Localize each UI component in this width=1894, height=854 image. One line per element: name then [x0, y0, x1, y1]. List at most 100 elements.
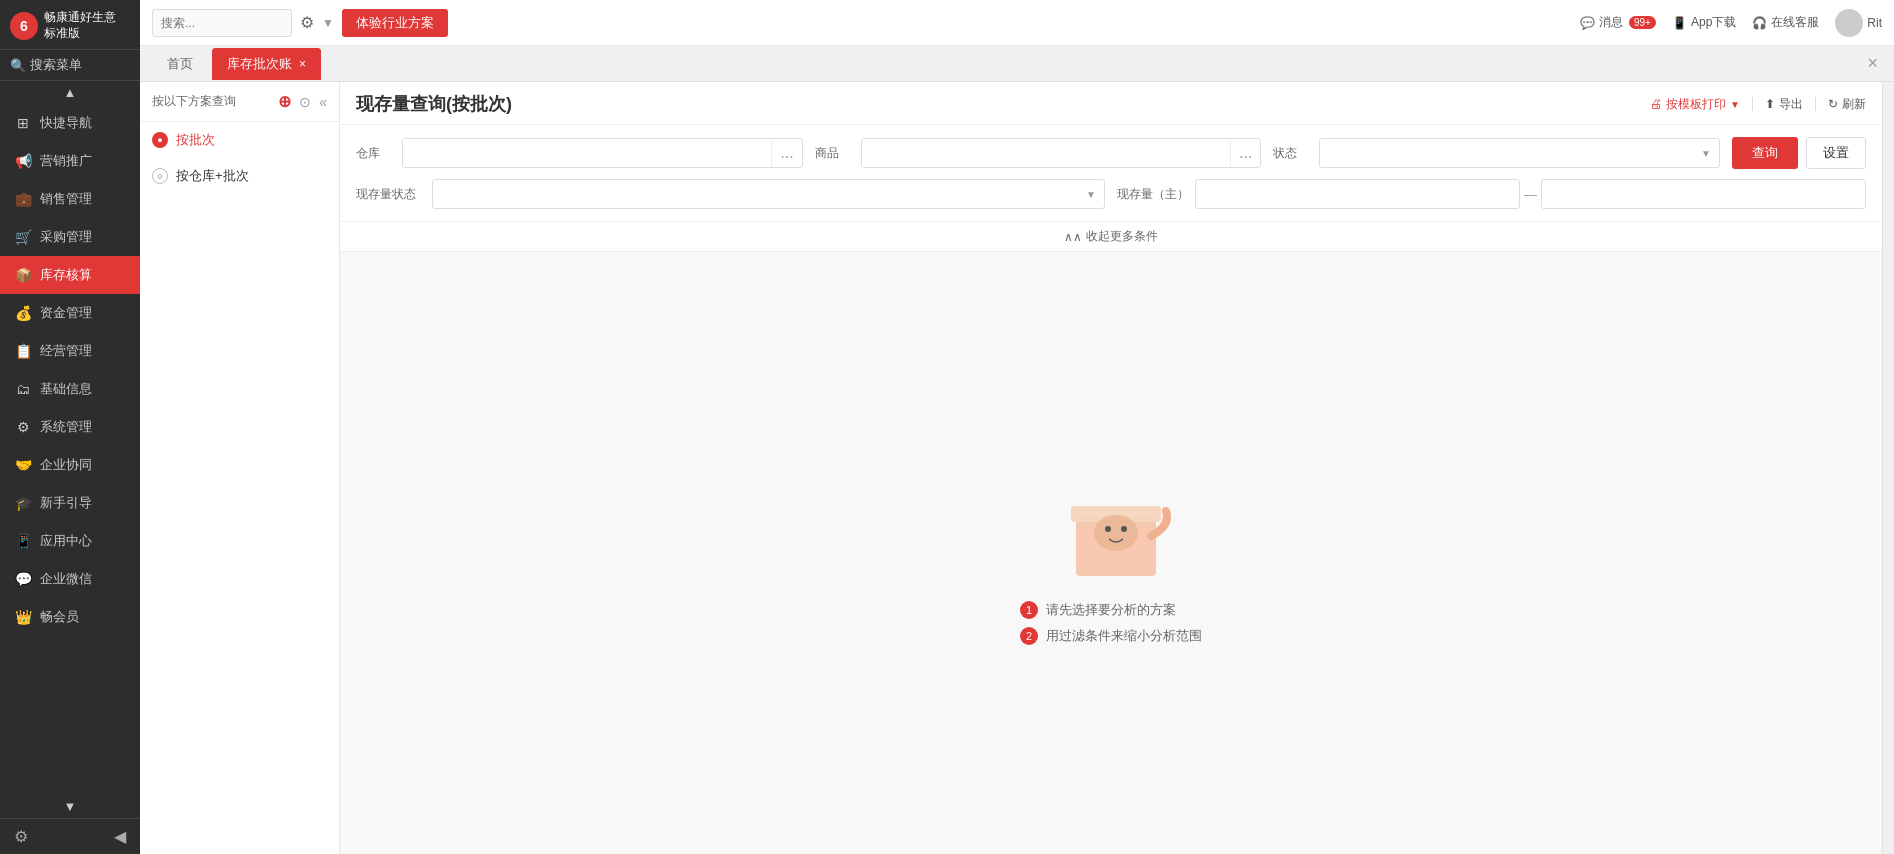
footer-collapse-icon[interactable]: ◀ — [114, 827, 126, 846]
logo-icon: 6 — [10, 12, 38, 40]
stock-status-dropdown-icon: ▼ — [1086, 189, 1096, 200]
message-label: 消息 — [1599, 14, 1623, 31]
hint-num-2: 2 — [1020, 627, 1038, 645]
sidebar-item-appstore[interactable]: 📱 应用中心 — [0, 522, 140, 560]
qty-range-label: 现存量（主） — [1117, 186, 1189, 203]
footer-settings-icon[interactable]: ⚙ — [14, 827, 28, 846]
marketing-icon: 📢 — [14, 152, 32, 170]
sidebar-item-shortcut[interactable]: ⊞ 快捷导航 — [0, 104, 140, 142]
sidebar-item-operations[interactable]: 📋 经营管理 — [0, 332, 140, 370]
sidebar-logo: 6 畅康通好生意 标准版 — [10, 10, 130, 41]
print-icon: 🖨 — [1650, 97, 1662, 111]
online-service-action[interactable]: 🎧 在线客服 — [1752, 14, 1819, 31]
tab-home[interactable]: 首页 — [152, 48, 208, 80]
qty-max-input[interactable] — [1541, 179, 1866, 209]
logo-text: 畅康通好生意 标准版 — [44, 10, 116, 41]
warehouse-dots-btn[interactable]: ... — [771, 139, 801, 167]
qty-min-input[interactable] — [1195, 179, 1520, 209]
scroll-down-btn[interactable]: ▼ — [0, 795, 140, 818]
collapse-row[interactable]: ∧∧ 收起更多条件 — [340, 222, 1882, 252]
sidebar-item-inventory[interactable]: 📦 库存核算 — [0, 256, 140, 294]
product-input-wrapper: ... — [861, 138, 1262, 168]
warehouse-label: 仓库 — [356, 145, 396, 162]
refresh-label: 刷新 — [1842, 96, 1866, 113]
product-input[interactable] — [862, 139, 1230, 167]
app-download-action[interactable]: 📱 App下载 — [1672, 14, 1736, 31]
range-dash: — — [1524, 187, 1537, 202]
tab-inventory-batch[interactable]: 库存批次账 × — [212, 48, 321, 80]
sidebar-search[interactable]: 🔍 搜索菜单 — [0, 50, 140, 81]
page-header-actions: 🖨 按模板打印 ▼ ⬆ 导出 ↻ 刷新 — [1650, 96, 1866, 113]
finance-icon: 💰 — [14, 304, 32, 322]
sidebar-label-inventory: 库存核算 — [40, 266, 92, 284]
message-action[interactable]: 💬 消息 99+ — [1580, 14, 1656, 31]
app-download-icon: 📱 — [1672, 16, 1687, 30]
empty-illustration — [1051, 461, 1171, 581]
collapse-label: 收起更多条件 — [1086, 228, 1158, 245]
headset-icon: 🎧 — [1752, 16, 1767, 30]
hint-text-1: 请先选择要分析的方案 — [1046, 601, 1176, 619]
stock-status-label: 现存量状态 — [356, 186, 426, 203]
export-btn[interactable]: ⬆ 导出 — [1765, 96, 1803, 113]
experience-btn[interactable]: 体验行业方案 — [342, 9, 448, 37]
status-select[interactable]: ▼ — [1319, 138, 1720, 168]
filter-item-by-warehouse-batch[interactable]: ○ 按仓库+批次 — [140, 158, 339, 194]
print-btn[interactable]: 🖨 按模板打印 ▼ — [1650, 96, 1740, 113]
avatar — [1835, 9, 1863, 37]
divider-1 — [1752, 97, 1753, 111]
inventory-icon: 📦 — [14, 266, 32, 284]
filter-collapse-icon[interactable]: « — [319, 94, 327, 110]
tab-close-icon[interactable]: × — [299, 57, 306, 71]
sidebar-label-purchase: 采购管理 — [40, 228, 92, 246]
filter-label-by-batch: 按批次 — [176, 131, 215, 149]
search-form: 仓库 ... 商品 ... 状态 — [340, 125, 1882, 222]
sidebar-item-enterprise[interactable]: 🤝 企业协同 — [0, 446, 140, 484]
sidebar-item-basic[interactable]: 🗂 基础信息 — [0, 370, 140, 408]
sidebar-item-newbie[interactable]: 🎓 新手引导 — [0, 484, 140, 522]
topbar-gear-icon[interactable]: ⚙ — [300, 13, 314, 32]
tab-active-label: 库存批次账 — [227, 55, 292, 73]
svg-point-3 — [1105, 526, 1111, 532]
filter-label-by-warehouse-batch: 按仓库+批次 — [176, 167, 249, 185]
sidebar-item-finance[interactable]: 💰 资金管理 — [0, 294, 140, 332]
refresh-btn[interactable]: ↻ 刷新 — [1828, 96, 1866, 113]
hint-item-2: 2 用过滤条件来缩小分析范围 — [1020, 627, 1202, 645]
sidebar-item-wechat[interactable]: 💬 企业微信 — [0, 560, 140, 598]
scroll-up-btn[interactable]: ▲ — [0, 81, 140, 104]
sidebar-item-sales[interactable]: 💼 销售管理 — [0, 180, 140, 218]
topbar-search-input[interactable] — [152, 9, 292, 37]
empty-state: 1 请先选择要分析的方案 2 用过滤条件来缩小分析范围 — [340, 252, 1882, 854]
edition-label: 标准版 — [44, 26, 116, 42]
enterprise-icon: 🤝 — [14, 456, 32, 474]
filter-panel-title: 按以下方案查询 — [152, 93, 236, 110]
sidebar-item-member[interactable]: 👑 畅会员 — [0, 598, 140, 636]
filter-dot-active: ● — [152, 132, 168, 148]
product-label: 商品 — [815, 145, 855, 162]
close-all-icon[interactable]: × — [1863, 53, 1882, 74]
stock-status-select[interactable]: ▼ — [432, 179, 1105, 209]
filter-settings-icon[interactable]: ⊙ — [299, 94, 311, 110]
filter-add-icon[interactable]: ⊕ — [278, 92, 291, 111]
hint-num-1: 1 — [1020, 601, 1038, 619]
warehouse-input[interactable] — [403, 139, 771, 167]
topbar-left: ⚙ ▼ 体验行业方案 — [152, 9, 1572, 37]
appstore-icon: 📱 — [14, 532, 32, 550]
main-panel: 现存量查询(按批次) 🖨 按模板打印 ▼ ⬆ 导出 ↻ 刷 — [340, 82, 1882, 854]
user-action[interactable]: Rit — [1835, 9, 1882, 37]
query-button[interactable]: 查询 — [1732, 137, 1798, 169]
filter-item-by-batch[interactable]: ● 按批次 — [140, 122, 339, 158]
sidebar-label-enterprise: 企业协同 — [40, 456, 92, 474]
page-title: 现存量查询(按批次) — [356, 92, 512, 116]
sidebar-item-system[interactable]: ⚙ 系统管理 — [0, 408, 140, 446]
sidebar-nav: ⊞ 快捷导航 📢 营销推广 💼 销售管理 🛒 采购管理 📦 库存核算 💰 资金管… — [0, 104, 140, 795]
product-field: 商品 ... — [815, 138, 1262, 168]
search-row-1: 仓库 ... 商品 ... 状态 — [356, 137, 1866, 169]
filter-panel-icons: ⊕ ⊙ « — [278, 92, 327, 111]
warehouse-input-wrapper: ... — [402, 138, 803, 168]
sidebar-item-marketing[interactable]: 📢 营销推广 — [0, 142, 140, 180]
sidebar-item-purchase[interactable]: 🛒 采购管理 — [0, 218, 140, 256]
product-dots-btn[interactable]: ... — [1230, 139, 1260, 167]
print-dropdown-icon[interactable]: ▼ — [1730, 99, 1740, 110]
settings-button[interactable]: 设置 — [1806, 137, 1866, 169]
topbar: ⚙ ▼ 体验行业方案 💬 消息 99+ 📱 App下载 🎧 在线客服 Rit — [140, 0, 1894, 46]
